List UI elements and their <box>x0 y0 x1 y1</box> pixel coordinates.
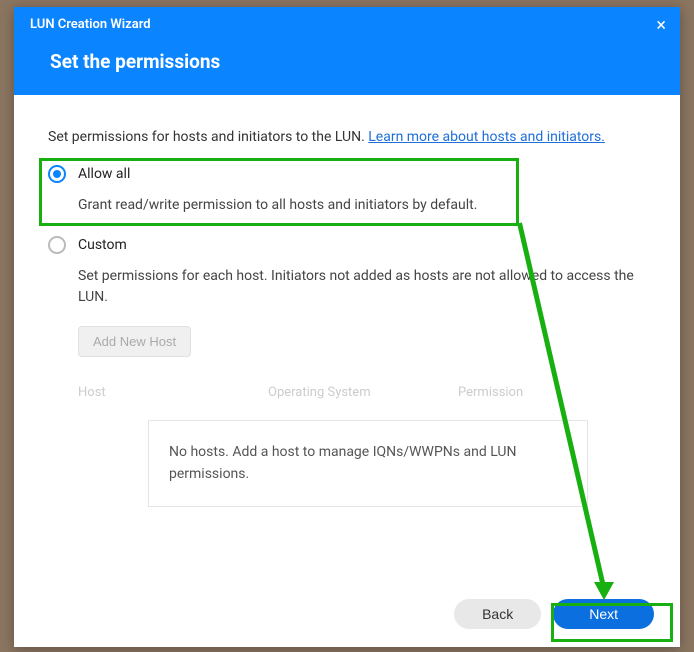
next-button[interactable]: Next <box>553 599 654 629</box>
hosts-table-header: Host Operating System Permission <box>78 385 646 400</box>
col-permission: Permission <box>458 385 646 400</box>
dialog-content: Set permissions for hosts and initiators… <box>14 95 680 507</box>
custom-label: Custom <box>78 237 127 253</box>
option-allow-all[interactable]: Allow all Grant read/write permission to… <box>48 165 646 216</box>
col-os: Operating System <box>268 385 458 400</box>
wizard-dialog: LUN Creation Wizard Set the permissions … <box>14 7 680 647</box>
option-custom[interactable]: Custom Set permissions for each host. In… <box>48 236 646 400</box>
dialog-footer: Back Next <box>14 585 680 647</box>
allow-all-desc: Grant read/write permission to all hosts… <box>78 195 646 216</box>
custom-desc: Set permissions for each host. Initiator… <box>78 266 646 308</box>
add-new-host-button[interactable]: Add New Host <box>78 326 191 357</box>
intro-text: Set permissions for hosts and initiators… <box>48 129 368 145</box>
dialog-header: LUN Creation Wizard Set the permissions … <box>14 7 680 95</box>
dialog-subtitle: Set the permissions <box>50 50 664 73</box>
radio-allow-all[interactable] <box>48 165 66 183</box>
learn-more-link[interactable]: Learn more about hosts and initiators. <box>368 129 605 145</box>
dialog-title: LUN Creation Wizard <box>30 17 664 32</box>
close-icon[interactable]: × <box>656 17 666 35</box>
back-button[interactable]: Back <box>454 599 541 629</box>
no-hosts-message: No hosts. Add a host to manage IQNs/WWPN… <box>148 420 588 507</box>
col-host: Host <box>78 385 268 400</box>
radio-custom[interactable] <box>48 236 66 254</box>
allow-all-label: Allow all <box>78 166 130 182</box>
intro-text-row: Set permissions for hosts and initiators… <box>48 129 646 145</box>
